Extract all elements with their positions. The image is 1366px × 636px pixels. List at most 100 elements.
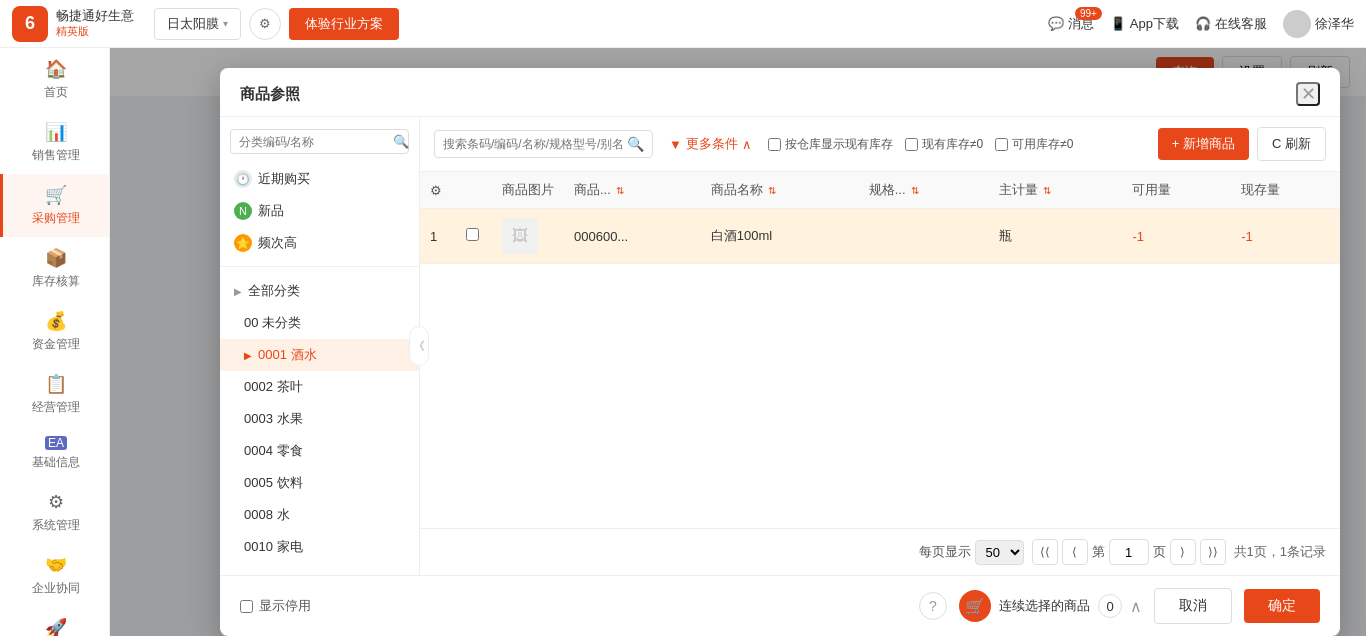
next-page-button[interactable]: ⟩ — [1170, 539, 1196, 565]
product-search-input[interactable] — [443, 137, 623, 151]
row-checkbox[interactable] — [456, 209, 492, 264]
col-spec[interactable]: 规格... ⇅ — [859, 172, 989, 209]
collapse-category-button[interactable]: 《 — [409, 326, 429, 366]
collapse-cart-icon[interactable]: ∧ — [1130, 597, 1142, 616]
checkbox-warehouse[interactable]: 按仓库显示现有库存 — [768, 136, 893, 153]
sales-icon: 📊 — [45, 121, 67, 143]
quick-new[interactable]: N 新品 — [220, 196, 419, 226]
settings-icon: ⚙ — [259, 16, 271, 31]
online-service-button[interactable]: 🎧 在线客服 — [1195, 15, 1267, 33]
category-panel: 🔍 🕐 近期购买 N 新品 ⭐ 频次高 — [220, 117, 420, 575]
cat-uncategorized[interactable]: 00 未分类 — [220, 307, 419, 339]
cat-liquor[interactable]: ▶ 0001 酒水 — [220, 339, 419, 371]
trial-button[interactable]: 体验行业方案 — [289, 8, 399, 40]
product-table-wrap: ⚙ 商品图片 商品... ⇅ 商品名称 ⇅ — [420, 172, 1340, 528]
product-search-box[interactable]: 🔍 — [434, 130, 653, 158]
add-product-button[interactable]: + 新增商品 — [1158, 128, 1249, 160]
col-image: 商品图片 — [492, 172, 564, 209]
sidebar-item-operations[interactable]: 📋 经营管理 — [0, 363, 109, 426]
sidebar-item-home[interactable]: 🏠 首页 — [0, 48, 109, 111]
cart-label: 连续选择的商品 — [999, 597, 1090, 615]
warehouse-checkbox[interactable] — [768, 138, 781, 151]
row-stock: -1 — [1231, 209, 1340, 264]
store-dropdown[interactable]: 日太阳膜 ▾ — [154, 8, 241, 40]
help-button[interactable]: ? — [919, 592, 947, 620]
sidebar-item-system[interactable]: ⚙ 系统管理 — [0, 481, 109, 544]
cat-water[interactable]: 0008 水 — [220, 499, 419, 531]
new-product-icon: N — [234, 202, 252, 220]
page-size-dropdown[interactable]: 50 — [975, 540, 1024, 565]
avail-ne-checkbox[interactable] — [995, 138, 1008, 151]
dropdown-arrow-icon: ▾ — [223, 18, 228, 29]
cat-all[interactable]: ▶ 全部分类 — [220, 275, 419, 307]
pagination: 每页显示 50 ⟨⟨ ⟨ 第 页 ⟩ ⟩⟩ — [420, 528, 1340, 575]
quick-access: 🕐 近期购买 N 新品 ⭐ 频次高 — [220, 164, 419, 267]
stock-ne-checkbox[interactable] — [905, 138, 918, 151]
sidebar-item-inventory[interactable]: 📦 库存核算 — [0, 237, 109, 300]
cat-snack[interactable]: 0004 零食 — [220, 435, 419, 467]
last-page-button[interactable]: ⟩⟩ — [1200, 539, 1226, 565]
help-icon: ? — [929, 598, 937, 614]
cat-fruit[interactable]: 0003 水果 — [220, 403, 419, 435]
category-list: ▶ 全部分类 00 未分类 ▶ 0001 酒水 0002 茶叶 — [220, 275, 419, 563]
row-code: 000600... — [564, 209, 701, 264]
nav-settings-button[interactable]: ⚙ — [249, 8, 281, 40]
message-button[interactable]: 💬 消息 99+ — [1048, 15, 1094, 33]
content-panel: 🔍 ▼ 更多条件 ∧ 按仓库显示现有库存 — [420, 117, 1340, 575]
home-icon: 🏠 — [45, 58, 67, 80]
logo-sub: 精英版 — [56, 24, 134, 39]
modal-body: 🔍 🕐 近期购买 N 新品 ⭐ 频次高 — [220, 117, 1340, 575]
first-page-button[interactable]: ⟨⟨ — [1032, 539, 1058, 565]
checkbox-stock-ne[interactable]: 现有库存≠0 — [905, 136, 983, 153]
category-search-box[interactable]: 🔍 — [230, 129, 409, 154]
col-name[interactable]: 商品名称 ⇅ — [701, 172, 859, 209]
col-code[interactable]: 商品... ⇅ — [564, 172, 701, 209]
message-icon: 💬 — [1048, 16, 1064, 31]
table-row[interactable]: 1 🖼 000600... 白酒100ml — [420, 209, 1340, 264]
col-available: 可用量 — [1122, 172, 1231, 209]
top-nav: 6 畅捷通好生意 精英版 日太阳膜 ▾ ⚙ 体验行业方案 💬 消息 99+ 📱 … — [0, 0, 1366, 48]
sidebar-item-sales[interactable]: 📊 销售管理 — [0, 111, 109, 174]
logo-icon: 6 — [12, 6, 48, 42]
modal-close-button[interactable]: ✕ — [1296, 82, 1320, 106]
collab-icon: 🤝 — [45, 554, 67, 576]
category-search-input[interactable] — [239, 135, 389, 149]
app-download-button[interactable]: 📱 App下载 — [1110, 15, 1179, 33]
modal-footer: 显示停用 ? 🛒 连续选择的商品 0 ∧ 取消 确定 — [220, 575, 1340, 636]
sidebar-item-purchase[interactable]: 🛒 采购管理 — [0, 174, 109, 237]
sidebar-item-guide[interactable]: 🚀 新手引导 — [0, 607, 109, 636]
sidebar-item-basic-info[interactable]: EA 基础信息 — [0, 426, 109, 481]
col-settings[interactable]: ⚙ — [420, 172, 456, 209]
cat-tea[interactable]: 0002 茶叶 — [220, 371, 419, 403]
refresh-button[interactable]: C 刷新 — [1257, 127, 1326, 161]
avatar — [1283, 10, 1311, 38]
page-size-select[interactable]: 每页显示 50 — [919, 540, 1024, 565]
product-image: 🖼 — [502, 218, 538, 254]
cancel-button[interactable]: 取消 — [1154, 588, 1232, 624]
row-available: -1 — [1122, 209, 1231, 264]
search-button[interactable]: 🔍 — [627, 136, 644, 152]
row-image: 🖼 — [492, 209, 564, 264]
cart-area[interactable]: 🛒 连续选择的商品 0 ∧ — [959, 590, 1142, 622]
inventory-icon: 📦 — [45, 247, 67, 269]
quick-frequent[interactable]: ⭐ 频次高 — [220, 228, 419, 258]
disabled-checkbox[interactable] — [240, 600, 253, 613]
sidebar-item-finance[interactable]: 💰 资金管理 — [0, 300, 109, 363]
logo-area: 6 畅捷通好生意 精英版 — [12, 6, 134, 42]
cat-arrow-icon: ▶ — [234, 286, 242, 297]
confirm-button[interactable]: 确定 — [1244, 589, 1320, 623]
main-content: 查询 设置 刷新 商品参照 ✕ 🔍 — [110, 48, 1366, 636]
system-icon: ⚙ — [48, 491, 64, 513]
col-unit[interactable]: 主计量 ⇅ — [989, 172, 1123, 209]
cat-beverage[interactable]: 0005 饮料 — [220, 467, 419, 499]
show-disabled-checkbox[interactable]: 显示停用 — [240, 597, 311, 615]
sort-code-icon: ⇅ — [616, 185, 624, 196]
cat-appliance[interactable]: 0010 家电 — [220, 531, 419, 563]
prev-page-button[interactable]: ⟨ — [1062, 539, 1088, 565]
filter-button[interactable]: ▼ 更多条件 ∧ — [661, 130, 760, 158]
sidebar-item-collab[interactable]: 🤝 企业协同 — [0, 544, 109, 607]
page-number-input[interactable] — [1109, 539, 1149, 565]
user-menu[interactable]: 徐泽华 — [1283, 10, 1354, 38]
quick-recent[interactable]: 🕐 近期购买 — [220, 164, 419, 194]
checkbox-avail-ne[interactable]: 可用库存≠0 — [995, 136, 1073, 153]
